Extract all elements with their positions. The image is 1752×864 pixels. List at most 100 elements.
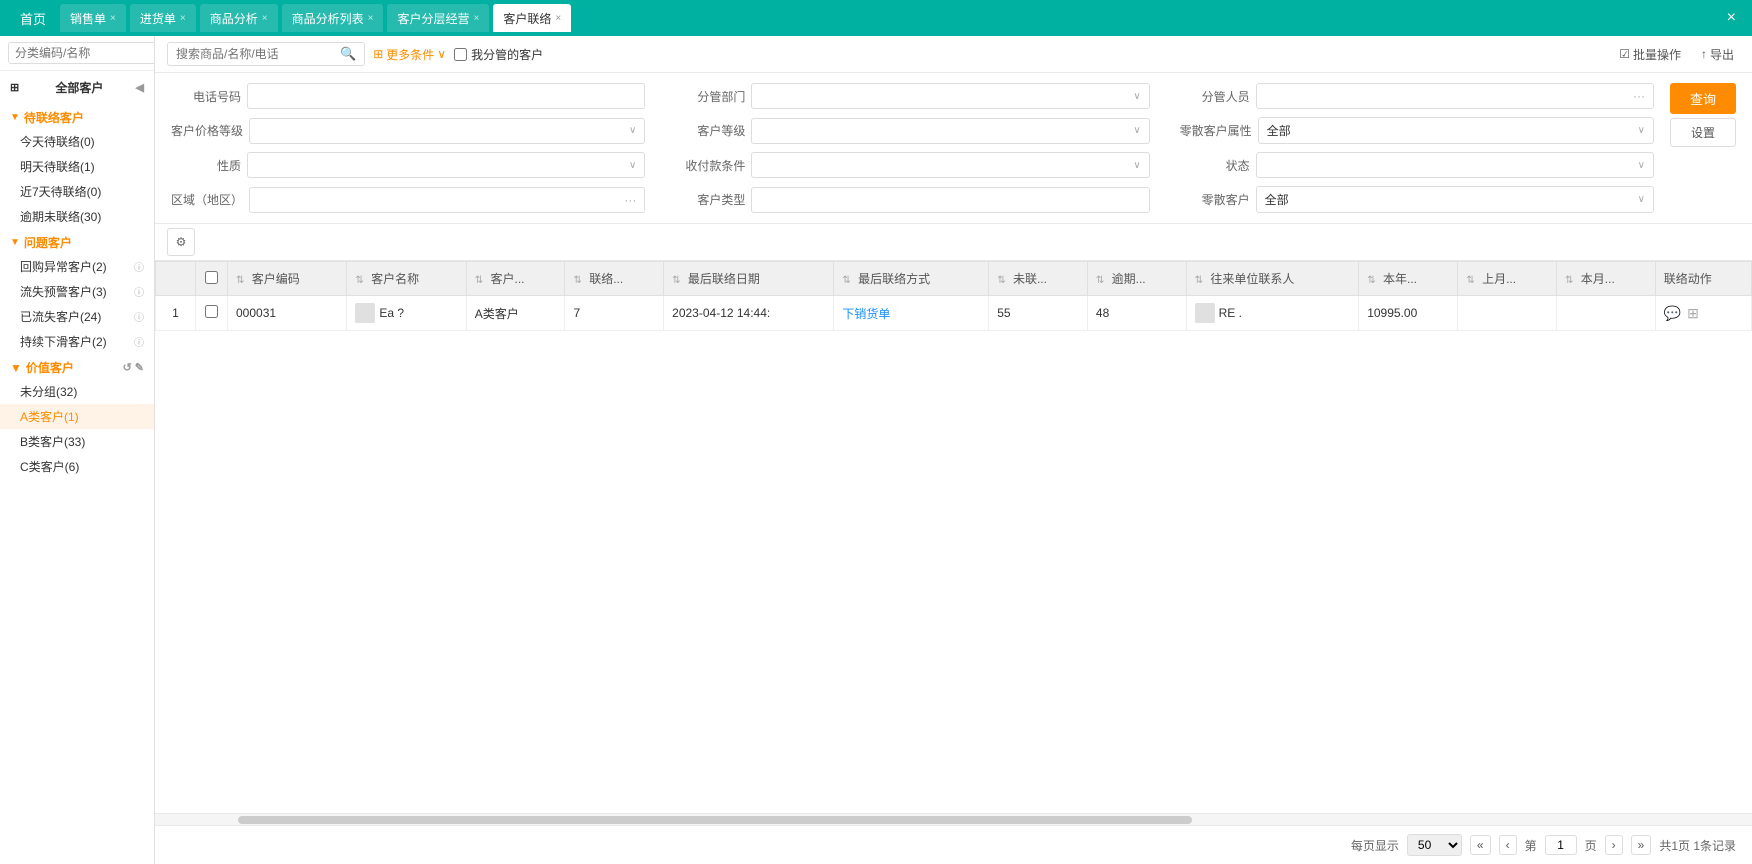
- column-settings-button[interactable]: ⚙: [167, 228, 195, 256]
- sidebar-item-overdue-contact[interactable]: 逾期未联络(30): [0, 204, 154, 229]
- setting-button[interactable]: 设置: [1670, 118, 1736, 147]
- export-button[interactable]: ↑ 导出: [1695, 43, 1740, 66]
- refresh-icon[interactable]: ↺: [123, 361, 132, 374]
- sidebar-item-class-a[interactable]: A类客户(1): [0, 404, 154, 429]
- col-overdue[interactable]: ⇅ 逾期...: [1087, 262, 1186, 296]
- my-customer-checkbox-area[interactable]: 我分管的客户: [454, 46, 543, 63]
- nav-tab-analysis-list-close[interactable]: ×: [368, 13, 374, 24]
- row-last-type[interactable]: 下销货单: [834, 296, 989, 331]
- sidebar-item-today-pending[interactable]: 今天待联络(0): [0, 129, 154, 154]
- row-select-checkbox[interactable]: [205, 305, 218, 318]
- customer-level-dropdown[interactable]: ∨: [751, 118, 1149, 144]
- status-dropdown[interactable]: ∨: [1256, 152, 1654, 178]
- per-page-select[interactable]: 50 100 200: [1407, 834, 1462, 856]
- dept-dropdown[interactable]: ∨: [751, 83, 1149, 109]
- col-index: [156, 262, 196, 296]
- row-this-year: 10995.00: [1359, 296, 1458, 331]
- col-unit-contact[interactable]: ⇅ 往来单位联系人: [1186, 262, 1359, 296]
- batch-op-button[interactable]: ☑ 批量操作: [1613, 43, 1687, 66]
- row-no-contact: 55: [989, 296, 1088, 331]
- nav-tab-customer-tier[interactable]: 客户分层经营 ×: [387, 4, 489, 32]
- row-last-month: [1458, 296, 1557, 331]
- grid-icon: ⊞: [10, 81, 19, 94]
- close-all-tabs-button[interactable]: ×: [1719, 9, 1744, 27]
- sidebar-item-tomorrow-pending[interactable]: 明天待联络(1): [0, 154, 154, 179]
- nav-tab-sales[interactable]: 销售单 ×: [60, 4, 126, 32]
- price-level-dropdown[interactable]: ∨: [249, 118, 645, 144]
- sidebar-item-unclassified[interactable]: 未分组(32): [0, 379, 154, 404]
- content-area: 🔍 ⊞ 更多条件 ∨ 我分管的客户 ☑ 批量操作 ↑ 导出: [155, 36, 1752, 864]
- col-checkbox[interactable]: [196, 262, 228, 296]
- more-filter-button[interactable]: ⊞ 更多条件 ∨: [373, 46, 446, 63]
- filter-cell-retail: 零散客户 全部 ∨: [1180, 186, 1654, 213]
- col-this-year[interactable]: ⇅ 本年...: [1359, 262, 1458, 296]
- col-name[interactable]: ⇅ 客户名称: [347, 262, 466, 296]
- select-all-checkbox[interactable]: [205, 271, 218, 284]
- filter-search-input[interactable]: [176, 47, 336, 61]
- col-last-type[interactable]: ⇅ 最后联络方式: [834, 262, 989, 296]
- page-number-input[interactable]: [1545, 835, 1577, 855]
- next-page-button[interactable]: ›: [1605, 835, 1623, 855]
- filter-cell-retail-attr: 零散客户属性 全部 ∨: [1180, 117, 1654, 144]
- section-arrow-pending: ▼: [10, 112, 20, 123]
- sidebar-search-input[interactable]: [8, 42, 155, 64]
- prev-page-button[interactable]: ‹: [1499, 835, 1517, 855]
- nav-tab-customer-contact[interactable]: 客户联络 ×: [493, 4, 571, 32]
- col-this-month[interactable]: ⇅ 本月...: [1557, 262, 1656, 296]
- query-button[interactable]: 查询: [1670, 83, 1736, 114]
- nav-tab-product-analysis[interactable]: 商品分析 ×: [200, 4, 278, 32]
- sidebar-item-churn-warning[interactable]: 流失预警客户(3) ⓘ: [0, 279, 154, 304]
- sidebar-item-repurchase-abnormal[interactable]: 回购异常客户(2) ⓘ: [0, 254, 154, 279]
- region-dotted[interactable]: ···: [249, 187, 645, 213]
- sidebar-item-class-b[interactable]: B类客户(33): [0, 429, 154, 454]
- last-page-button[interactable]: »: [1631, 835, 1652, 855]
- col-level[interactable]: ⇅ 客户...: [466, 262, 565, 296]
- nav-tab-sales-close[interactable]: ×: [110, 13, 116, 24]
- class-a-label: A类客户(1): [20, 408, 144, 425]
- filter-search-icon[interactable]: 🔍: [340, 46, 356, 62]
- col-last-month[interactable]: ⇅ 上月...: [1458, 262, 1557, 296]
- chat-icon[interactable]: 💬: [1664, 305, 1681, 322]
- nav-tab-purchase-close[interactable]: ×: [180, 13, 186, 24]
- sidebar-item-7days-pending[interactable]: 近7天待联络(0): [0, 179, 154, 204]
- my-customer-checkbox[interactable]: [454, 48, 467, 61]
- sidebar-item-churned[interactable]: 已流失客户(24) ⓘ: [0, 304, 154, 329]
- nav-tab-customer-tier-close[interactable]: ×: [473, 13, 479, 24]
- customer-type-input[interactable]: [751, 187, 1149, 213]
- sidebar-all-customers[interactable]: ⊞ 全部客户 ◀: [0, 71, 154, 104]
- nav-home[interactable]: 首页: [8, 0, 58, 36]
- retail-dropdown[interactable]: 全部 ∨: [1256, 186, 1654, 213]
- col-last-date[interactable]: ⇅ 最后联络日期: [664, 262, 834, 296]
- sidebar-item-declining[interactable]: 持续下滑客户(2) ⓘ: [0, 329, 154, 354]
- last-contact-type-link[interactable]: 下销货单: [842, 307, 890, 321]
- horizontal-scrollbar[interactable]: [155, 813, 1752, 825]
- col-code[interactable]: ⇅ 客户编码: [228, 262, 347, 296]
- retail-value: 全部: [1265, 191, 1289, 208]
- sidebar-item-class-c[interactable]: C类客户(6): [0, 454, 154, 479]
- person-dotted[interactable]: ···: [1256, 83, 1654, 109]
- today-pending-label: 今天待联络(0): [20, 133, 144, 150]
- nav-tab-product-analysis-close[interactable]: ×: [262, 13, 268, 24]
- nav-tab-customer-contact-close[interactable]: ×: [555, 13, 561, 24]
- phone-input[interactable]: [247, 83, 645, 109]
- customer-level-label: 客户等级: [675, 122, 745, 139]
- payment-dropdown[interactable]: ∨: [751, 152, 1149, 178]
- export-label: 导出: [1710, 46, 1734, 63]
- first-page-button[interactable]: «: [1470, 835, 1491, 855]
- col-contact-count[interactable]: ⇅ 联络...: [565, 262, 664, 296]
- filter-icon: ⊞: [373, 47, 383, 61]
- retail-attr-dropdown[interactable]: 全部 ∨: [1258, 117, 1654, 144]
- qr-icon[interactable]: ⊞: [1687, 305, 1699, 322]
- row-checkbox[interactable]: [196, 296, 228, 331]
- nav-tab-analysis-list[interactable]: 商品分析列表 ×: [282, 4, 384, 32]
- nav-tab-purchase[interactable]: 进货单 ×: [130, 4, 196, 32]
- collapse-icon[interactable]: ◀: [136, 81, 144, 94]
- edit-icon[interactable]: ✎: [135, 361, 144, 374]
- filter-row-1: 电话号码 分管部门 ∨ 分管人员: [171, 83, 1654, 109]
- nature-dropdown[interactable]: ∨: [247, 152, 645, 178]
- col-no-contact[interactable]: ⇅ 未联...: [989, 262, 1088, 296]
- row-level: A类客户: [466, 296, 565, 331]
- scroll-thumb[interactable]: [238, 816, 1191, 824]
- table-wrapper[interactable]: ⇅ 客户编码 ⇅ 客户名称 ⇅ 客户...: [155, 261, 1752, 813]
- repurchase-abnormal-label: 回购异常客户(2): [20, 258, 134, 275]
